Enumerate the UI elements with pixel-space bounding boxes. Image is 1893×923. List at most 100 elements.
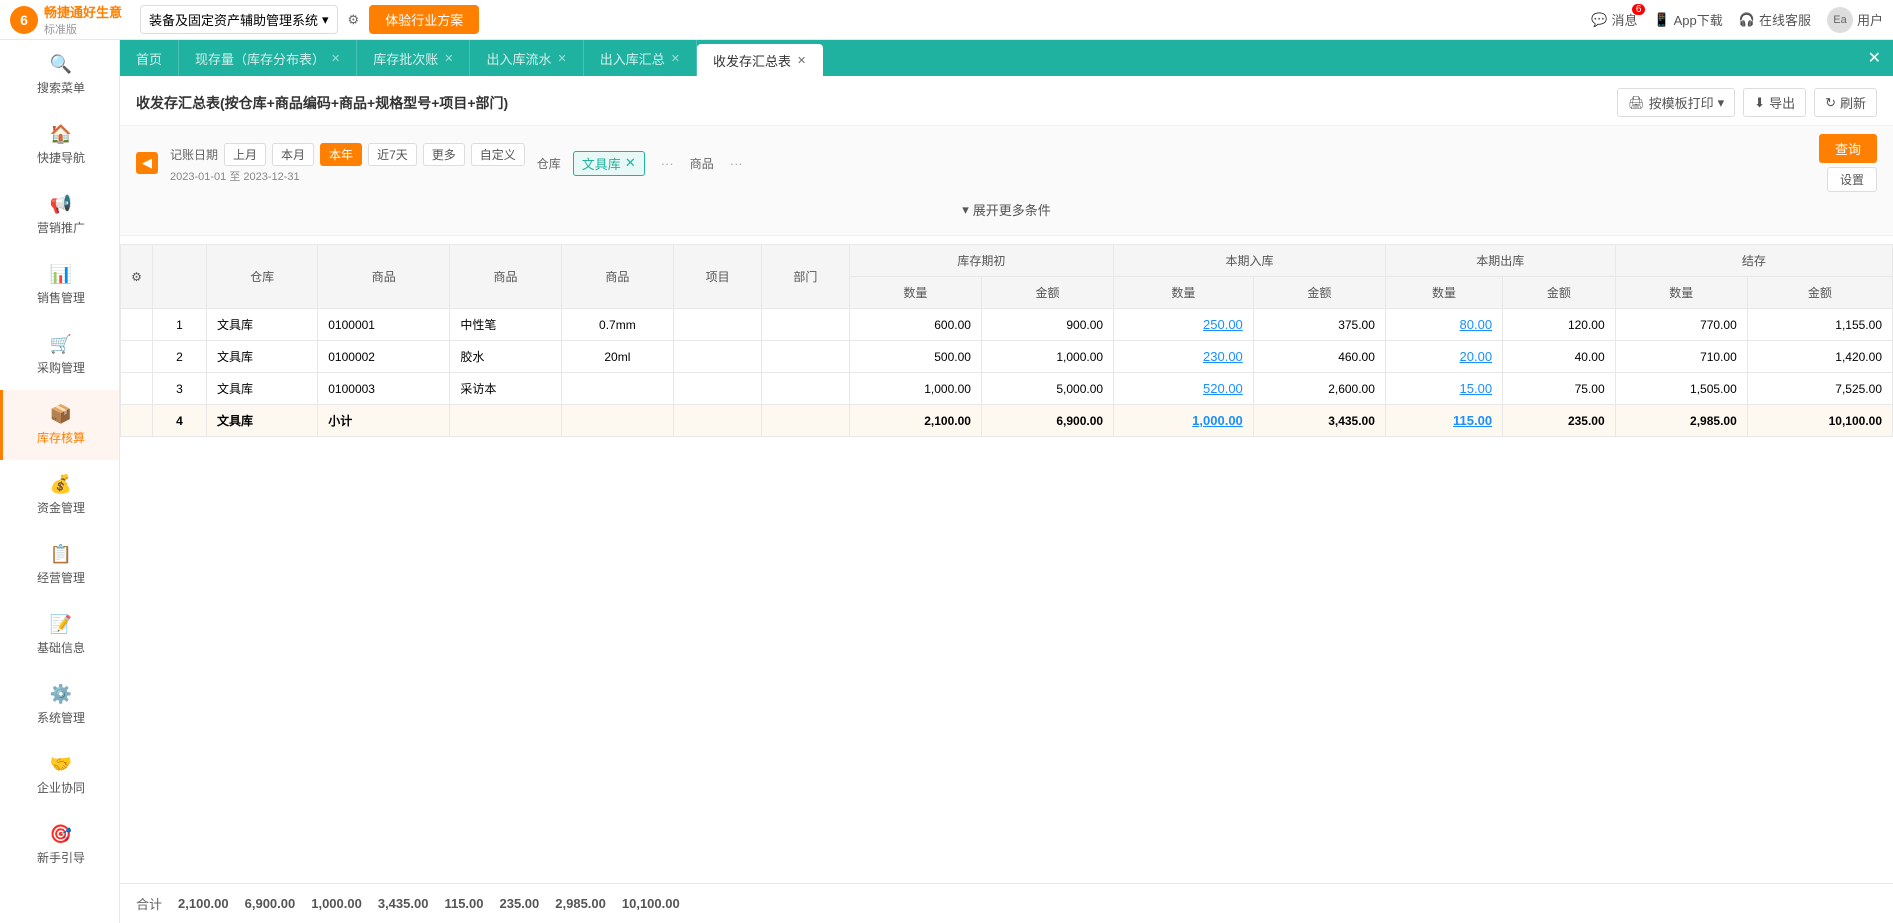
row-in-qty[interactable]: 230.00	[1114, 341, 1254, 373]
row-in-amt: 375.00	[1253, 309, 1385, 341]
service-item[interactable]: 🎧 在线客服	[1739, 10, 1811, 29]
app-download-item[interactable]: 📱 App下载	[1653, 10, 1722, 29]
message-badge: 6	[1632, 4, 1646, 15]
message-item[interactable]: 💬 消息 6	[1591, 10, 1637, 29]
sidebar-item-search[interactable]: 🔍 搜索菜单	[0, 40, 119, 110]
warehouse-tag-text: 文具库	[582, 154, 621, 173]
total-in-amt: 3,435.00	[378, 896, 429, 911]
col-goods-header: 商品	[450, 245, 561, 309]
total-out-qty: 115.00	[444, 896, 483, 911]
date-btn-lastmonth[interactable]: 上月	[224, 143, 266, 166]
col-group-bal: 结存	[1615, 245, 1892, 277]
warehouse-more-btn[interactable]: ···	[657, 156, 678, 171]
out-qty-link[interactable]: 20.00	[1460, 349, 1493, 364]
row-out-qty[interactable]: 20.00	[1385, 341, 1502, 373]
sidebar-item-label: 搜索菜单	[37, 79, 85, 96]
col-spec-header: 商品	[561, 245, 674, 309]
refresh-btn[interactable]: ↻ 刷新	[1814, 88, 1877, 117]
sidebar-item-sales[interactable]: 📊 销售管理	[0, 250, 119, 320]
sidebar-item-nav[interactable]: 🏠 快捷导航	[0, 110, 119, 180]
tab-inout[interactable]: 出入库汇总 ✕	[584, 40, 697, 76]
basic-icon: 📝	[50, 614, 72, 635]
logo-info: 畅捷通好生意 标准版	[44, 2, 122, 37]
sidebar-item-finance[interactable]: 💰 资金管理	[0, 460, 119, 530]
settings-btn[interactable]: 设置	[1827, 167, 1877, 192]
date-btn-7days[interactable]: 近7天	[368, 143, 417, 166]
subtotal-bal-amt: 10,100.00	[1747, 405, 1892, 437]
tab-close-icon[interactable]: ✕	[558, 52, 567, 65]
tab-summary[interactable]: 收发存汇总表 ✕	[697, 44, 823, 76]
filter-toggle[interactable]: ◀	[136, 152, 158, 174]
sidebar-item-purchase[interactable]: 🛒 采购管理	[0, 320, 119, 390]
tab-label: 现存量（库存分布表）	[195, 49, 325, 68]
row-bal-amt: 7,525.00	[1747, 373, 1892, 405]
expand-btn[interactable]: ▾ 展开更多条件	[962, 196, 1051, 223]
subtotal-in-qty[interactable]: 1,000.00	[1114, 405, 1254, 437]
tab-batch[interactable]: 库存批次账 ✕	[357, 40, 470, 76]
row-in-qty[interactable]: 520.00	[1114, 373, 1254, 405]
row-bal-qty: 710.00	[1615, 341, 1747, 373]
user-item[interactable]: Ea 用户	[1827, 7, 1883, 33]
tab-bar-close[interactable]: ✕	[1856, 48, 1893, 68]
settings-col-header[interactable]: ⚙	[121, 245, 153, 309]
warehouse-tag: 文具库 ✕	[573, 151, 645, 176]
sidebar-item-inventory[interactable]: 📦 库存核算	[0, 390, 119, 460]
system-title-dropdown[interactable]: 装备及固定资产辅助管理系统 ▾	[140, 5, 338, 34]
date-btn-thismonth[interactable]: 本月	[272, 143, 314, 166]
sidebar-item-marketing[interactable]: 📢 营销推广	[0, 180, 119, 250]
logo-sub: 标准版	[44, 21, 122, 37]
chevron-down-icon: ▾	[322, 12, 329, 28]
row-out-qty[interactable]: 80.00	[1385, 309, 1502, 341]
row-in-amt: 460.00	[1253, 341, 1385, 373]
sidebar-item-collab[interactable]: 🤝 企业协同	[0, 740, 119, 810]
sidebar-item-system[interactable]: ⚙️ 系统管理	[0, 670, 119, 740]
date-btn-custom[interactable]: 自定义	[471, 143, 525, 166]
tab-close-icon[interactable]: ✕	[331, 52, 340, 65]
row-bal-amt: 1,155.00	[1747, 309, 1892, 341]
tab-stock[interactable]: 现存量（库存分布表） ✕	[179, 40, 357, 76]
subtotal-in-qty-link[interactable]: 1,000.00	[1192, 413, 1243, 428]
refresh-label: 刷新	[1840, 93, 1866, 112]
in-qty-link[interactable]: 230.00	[1203, 349, 1243, 364]
goods-more-btn[interactable]: ···	[726, 156, 747, 171]
sidebar-item-guide[interactable]: 🎯 新手引导	[0, 810, 119, 880]
print-btn[interactable]: 🖨 按模板打印 ▾	[1617, 88, 1735, 117]
row-in-qty[interactable]: 250.00	[1114, 309, 1254, 341]
in-qty-link[interactable]: 250.00	[1203, 317, 1243, 332]
row-code: 0100002	[318, 341, 450, 373]
out-qty-link[interactable]: 15.00	[1460, 381, 1493, 396]
in-qty-link[interactable]: 520.00	[1203, 381, 1243, 396]
subtotal-warehouse: 文具库	[207, 405, 318, 437]
out-qty-link[interactable]: 80.00	[1460, 317, 1493, 332]
subtotal-out-qty[interactable]: 115.00	[1385, 405, 1502, 437]
row-settings[interactable]	[121, 373, 153, 405]
main-layout: 🔍 搜索菜单 🏠 快捷导航 📢 营销推广 📊 销售管理 🛒 采购管理 📦 库存核…	[0, 40, 1893, 923]
sub-col-out-qty: 数量	[1385, 277, 1502, 309]
try-btn[interactable]: 体验行业方案	[369, 5, 479, 34]
sidebar-item-basic[interactable]: 📝 基础信息	[0, 600, 119, 670]
row-code: 0100003	[318, 373, 450, 405]
row-settings[interactable]	[121, 309, 153, 341]
row-out-qty[interactable]: 15.00	[1385, 373, 1502, 405]
export-btn[interactable]: ⬇ 导出	[1743, 88, 1806, 117]
row-settings[interactable]	[121, 341, 153, 373]
date-btn-more[interactable]: 更多	[423, 143, 465, 166]
sidebar-item-management[interactable]: 📋 经营管理	[0, 530, 119, 600]
tab-flow[interactable]: 出入库流水 ✕	[470, 40, 583, 76]
query-btn[interactable]: 查询	[1819, 134, 1877, 163]
tab-home[interactable]: 首页	[120, 40, 179, 76]
gear-icon[interactable]: ⚙	[348, 12, 360, 28]
bottom-bar: 合计 2,100.00 6,900.00 1,000.00 3,435.00 1…	[120, 883, 1893, 923]
subtotal-settings	[121, 405, 153, 437]
date-btn-thisyear[interactable]: 本年	[320, 143, 362, 166]
subtotal-out-qty-link[interactable]: 115.00	[1453, 413, 1492, 428]
tab-close-icon[interactable]: ✕	[671, 52, 680, 65]
tab-close-icon[interactable]: ✕	[444, 52, 453, 65]
tab-close-icon[interactable]: ✕	[797, 54, 806, 67]
row-warehouse: 文具库	[207, 309, 318, 341]
export-label: 导出	[1769, 93, 1795, 112]
warehouse-tag-close[interactable]: ✕	[625, 155, 636, 171]
user-avatar: Ea	[1827, 7, 1853, 33]
total-bal-amt: 10,100.00	[622, 896, 680, 911]
subtotal-empty4	[761, 405, 849, 437]
